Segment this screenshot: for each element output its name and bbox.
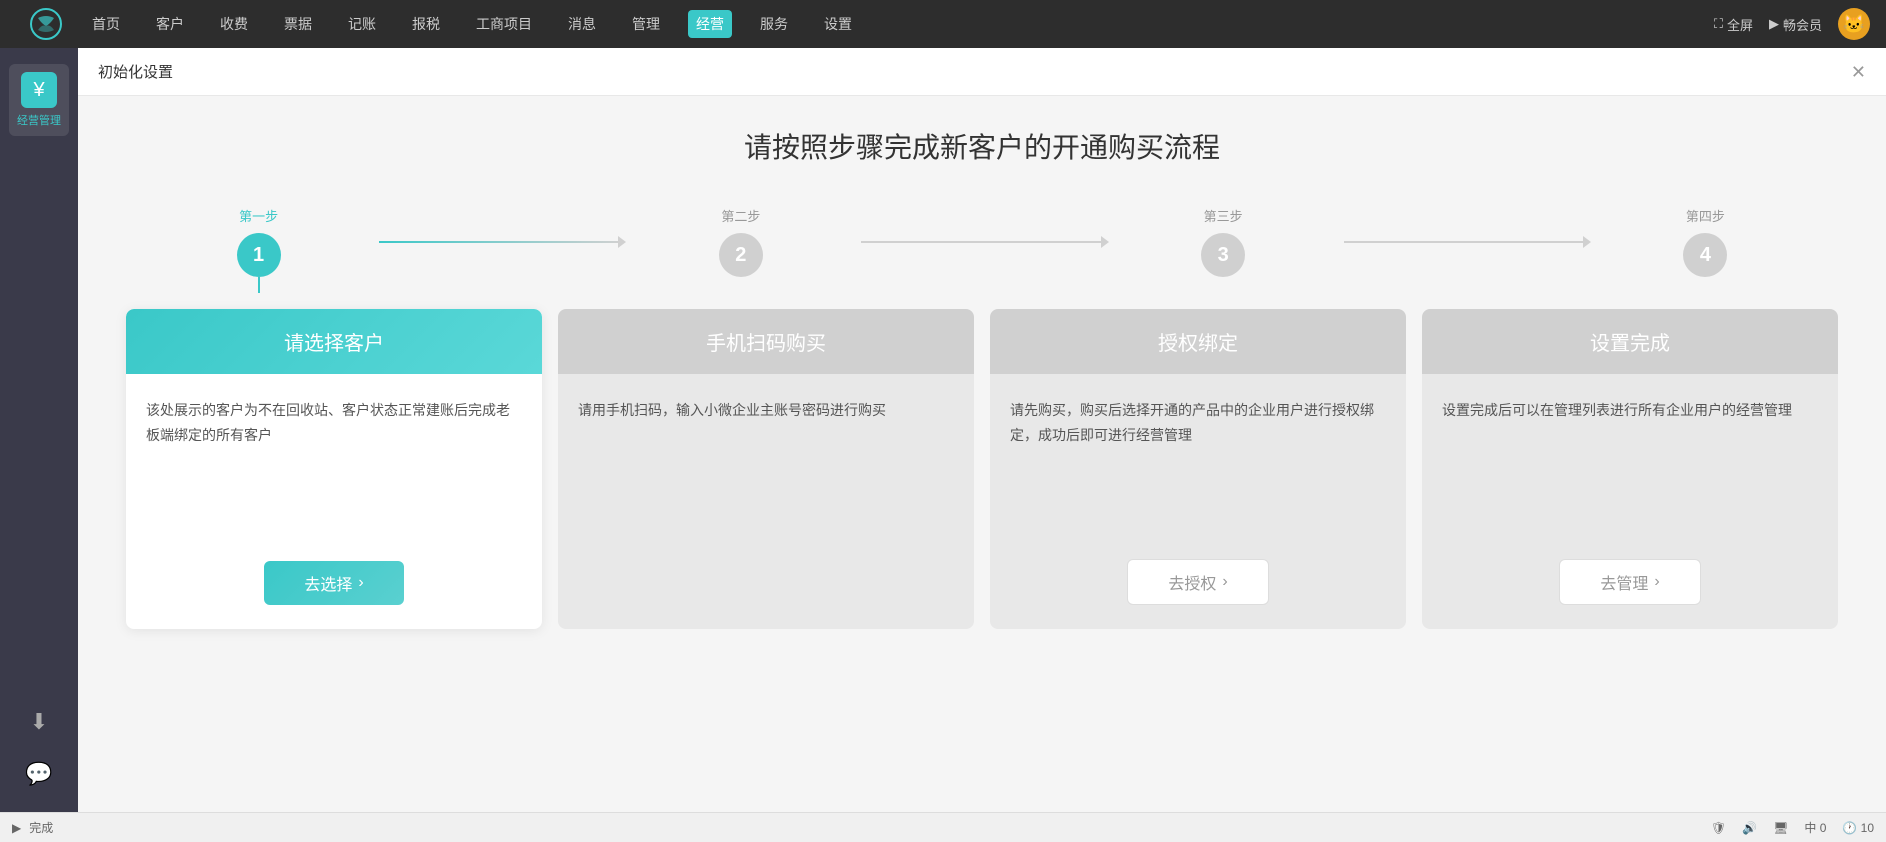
status-text: 完成	[29, 819, 53, 836]
yuan-icon: ¥	[21, 72, 57, 108]
content-header: 初始化设置 ✕	[78, 48, 1886, 96]
chat-icon: 💬	[25, 760, 53, 788]
connector-3-4	[1344, 241, 1585, 243]
top-navigation: 首页 客户 收费 票据 记账 报税 工商项目 消息 管理 经营 服务 设置 ⛶ …	[0, 0, 1886, 48]
volume-icon[interactable]: 🔊	[1742, 821, 1757, 835]
card-4-header: 设置完成	[1422, 309, 1838, 374]
connector-2-3	[861, 241, 1102, 243]
step-1-action-button[interactable]: 去选择 ›	[264, 561, 403, 605]
vip-button[interactable]: ▶ 畅会员	[1769, 15, 1822, 34]
user-avatar[interactable]: 🐱	[1838, 8, 1870, 40]
nav-manage[interactable]: 管理	[624, 10, 668, 38]
nav-accounting[interactable]: 记账	[340, 10, 384, 38]
step-1-tail	[258, 277, 260, 293]
download-icon: ⬇	[25, 708, 53, 736]
step-1-circle: 1	[237, 233, 281, 277]
card-2-header: 手机扫码购买	[558, 309, 974, 374]
nav-operation[interactable]: 经营	[688, 10, 732, 38]
nav-right: ⛶ 全屏 ▶ 畅会员 🐱	[1714, 8, 1870, 40]
wizard-area: 请按照步骤完成新客户的开通购买流程 第一步 1 第二步	[78, 96, 1886, 659]
screen-icon[interactable]: 🖥	[1773, 821, 1788, 835]
arrow-icon-4: ›	[1654, 573, 1659, 591]
input-method: 中 0	[1804, 819, 1826, 836]
nav-tax[interactable]: 报税	[404, 10, 448, 38]
sidebar-support[interactable]: 💬	[9, 752, 69, 796]
page-title: 初始化设置	[98, 61, 173, 82]
card-4-title: 设置完成	[1590, 333, 1670, 355]
step-card-1: 请选择客户 该处展示的客户为不在回收站、客户状态正常建账后完成老板端绑定的所有客…	[126, 309, 542, 629]
nav-fee[interactable]: 收费	[212, 10, 256, 38]
step-3-circle: 3	[1201, 233, 1245, 277]
arrow-icon-3: ›	[1222, 573, 1227, 591]
step-2-indicator: 第二步 2	[620, 206, 861, 277]
card-1-footer: 去选择 ›	[126, 545, 542, 629]
cards-row: 请选择客户 该处展示的客户为不在回收站、客户状态正常建账后完成老板端绑定的所有客…	[118, 309, 1846, 629]
fullscreen-icon: ⛶	[1714, 16, 1723, 32]
card-2-title: 手机扫码购买	[706, 333, 826, 355]
play-icon: ▶	[12, 821, 21, 835]
wizard-heading: 请按照步骤完成新客户的开通购买流程	[118, 126, 1846, 166]
sidebar-download[interactable]: ⬇	[9, 700, 69, 744]
step-4-indicator: 第四步 4	[1585, 206, 1826, 277]
nav-service[interactable]: 服务	[752, 10, 796, 38]
step-4-circle: 4	[1683, 233, 1727, 277]
nav-bill[interactable]: 票据	[276, 10, 320, 38]
card-3-title: 授权绑定	[1158, 333, 1238, 355]
arrow-icon: ›	[358, 574, 363, 592]
main-layout: ¥ 经营管理 ⬇ 💬 初始化设置 ✕ 请按照步骤完成新客户的开通购买流程	[0, 48, 1886, 812]
card-3-footer: 去授权 ›	[990, 543, 1406, 629]
fullscreen-button[interactable]: ⛶ 全屏	[1714, 15, 1753, 34]
nav-settings[interactable]: 设置	[816, 10, 860, 38]
clock-icon: 🕐 10	[1842, 821, 1874, 835]
step-1-label: 第一步	[239, 206, 278, 225]
sidebar-bottom: ⬇ 💬	[9, 700, 69, 812]
card-1-header: 请选择客户	[126, 309, 542, 374]
step-3-indicator: 第三步 3	[1103, 206, 1344, 277]
step-1-indicator: 第一步 1	[138, 206, 379, 293]
sidebar: ¥ 经营管理 ⬇ 💬	[0, 48, 78, 812]
step-card-4: 设置完成 设置完成后可以在管理列表进行所有企业用户的经营管理 去管理 ›	[1422, 309, 1838, 629]
fullscreen-label: 全屏	[1727, 15, 1753, 34]
card-3-body: 请先购买，购买后选择开通的产品中的企业用户进行授权绑定，成功后即可进行经营管理	[990, 374, 1406, 543]
sidebar-label-operation: 经营管理	[17, 112, 61, 128]
card-4-footer: 去管理 ›	[1422, 543, 1838, 629]
nav-business[interactable]: 工商项目	[468, 10, 540, 38]
app-logo[interactable]	[16, 8, 76, 40]
nav-items: 首页 客户 收费 票据 记账 报税 工商项目 消息 管理 经营 服务 设置	[84, 10, 1714, 38]
step-card-3: 授权绑定 请先购买，购买后选择开通的产品中的企业用户进行授权绑定，成功后即可进行…	[990, 309, 1406, 629]
step-2-circle: 2	[719, 233, 763, 277]
card-3-header: 授权绑定	[990, 309, 1406, 374]
step-3-label: 第三步	[1204, 206, 1243, 225]
step-3-action-button[interactable]: 去授权 ›	[1127, 559, 1268, 605]
card-2-body: 请用手机扫码，输入小微企业主账号密码进行购买	[558, 374, 974, 589]
vip-icon: ▶	[1769, 16, 1779, 32]
status-left: ▶ 完成	[12, 819, 53, 836]
connector-1-2	[379, 241, 620, 243]
status-right: 🛡 🔊 🖥 中 0 🕐 10	[1711, 819, 1874, 836]
vip-label: 畅会员	[1783, 15, 1822, 34]
step-card-2: 手机扫码购买 请用手机扫码，输入小微企业主账号密码进行购买	[558, 309, 974, 629]
card-2-footer	[558, 589, 974, 629]
status-bar: ▶ 完成 🛡 🔊 🖥 中 0 🕐 10	[0, 812, 1886, 842]
shield-icon[interactable]: 🛡	[1711, 821, 1726, 835]
close-button[interactable]: ✕	[1851, 63, 1866, 81]
nav-home[interactable]: 首页	[84, 10, 128, 38]
nav-customer[interactable]: 客户	[148, 10, 192, 38]
nav-message[interactable]: 消息	[560, 10, 604, 38]
card-4-body: 设置完成后可以在管理列表进行所有企业用户的经营管理	[1422, 374, 1838, 543]
main-content: 初始化设置 ✕ 请按照步骤完成新客户的开通购买流程 第一步 1	[78, 48, 1886, 812]
card-1-title: 请选择客户	[284, 333, 384, 355]
step-4-label: 第四步	[1686, 206, 1725, 225]
step-2-label: 第二步	[721, 206, 760, 225]
step-4-action-button[interactable]: 去管理 ›	[1559, 559, 1700, 605]
steps-indicator: 第一步 1 第二步 2	[118, 206, 1846, 293]
card-1-body: 该处展示的客户为不在回收站、客户状态正常建账后完成老板端绑定的所有客户	[126, 374, 542, 545]
sidebar-item-operation[interactable]: ¥ 经营管理	[9, 64, 69, 136]
